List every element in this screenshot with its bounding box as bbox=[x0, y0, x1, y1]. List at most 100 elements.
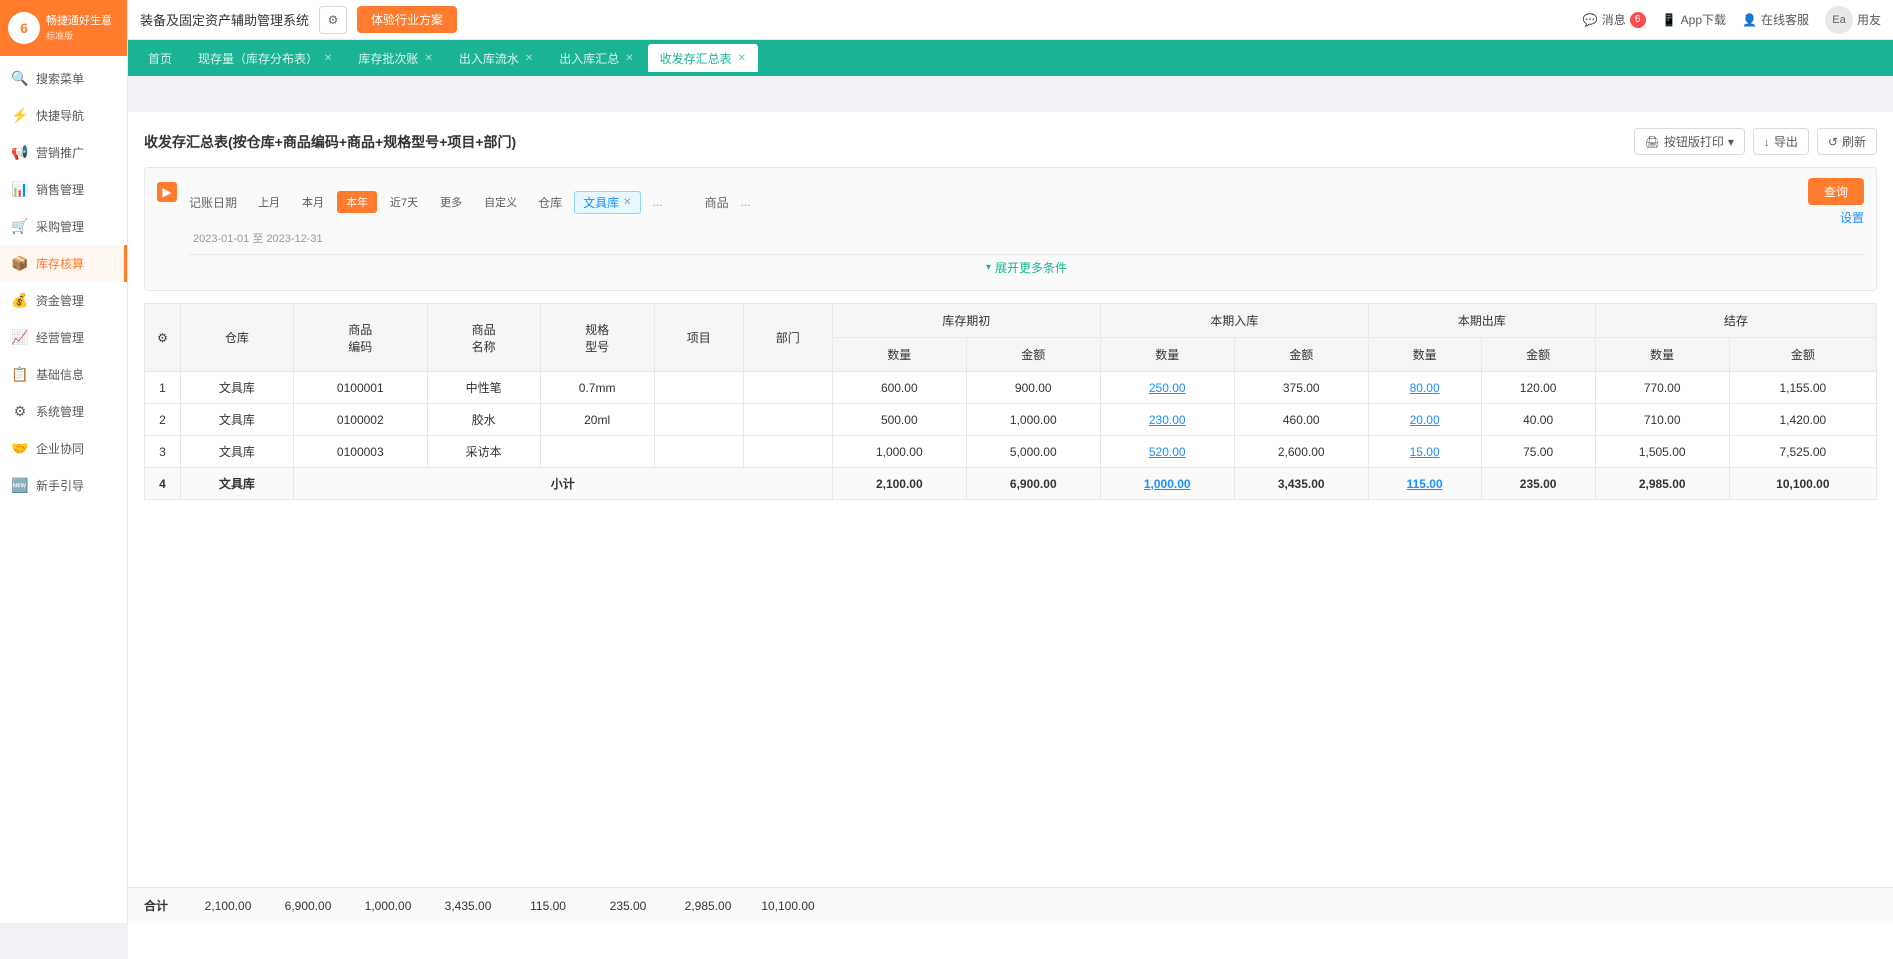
sidebar-item-purchase[interactable]: 🛒采购管理 bbox=[0, 208, 127, 245]
th-bal-qty: 数量 bbox=[1595, 338, 1729, 372]
date-btn-last-month[interactable]: 上月 bbox=[249, 191, 289, 213]
export-button[interactable]: ↓ 导出 bbox=[1753, 128, 1809, 155]
trial-button[interactable]: 体验行业方案 bbox=[357, 6, 457, 33]
sidebar: 6 畅捷通好生意 标准版 🔍搜索菜单⚡快捷导航📢营销推广📊销售管理🛒采购管理📦库… bbox=[0, 0, 128, 923]
sidebar-label-inventory: 库存核算 bbox=[36, 255, 84, 272]
tab-inout-flow[interactable]: 出入库流水 ✕ bbox=[447, 44, 545, 72]
th-spec: 规格型号 bbox=[540, 304, 654, 372]
th-name: 商品名称 bbox=[427, 304, 540, 372]
subtotal-in-qty[interactable]: 1,000.00 bbox=[1100, 468, 1234, 500]
goods-more[interactable]: ... bbox=[741, 195, 751, 209]
sidebar-item-system[interactable]: ⚙系统管理 bbox=[0, 393, 127, 430]
cell-no: 1 bbox=[145, 372, 181, 404]
cell-out-qty[interactable]: 80.00 bbox=[1368, 372, 1481, 404]
header: 装备及固定资产辅助管理系统 ⚙ 体验行业方案 💬 消息 6 📱 App下载 👤 … bbox=[128, 0, 1893, 40]
app-download-button[interactable]: 📱 App下载 bbox=[1662, 11, 1726, 28]
date-btn-more[interactable]: 更多 bbox=[431, 191, 471, 213]
cell-out-qty[interactable]: 20.00 bbox=[1368, 404, 1481, 436]
footer-label: 合计 bbox=[144, 897, 168, 914]
user-menu[interactable]: Ea 用友 bbox=[1825, 6, 1881, 34]
subtotal-in-amt: 3,435.00 bbox=[1234, 468, 1368, 500]
cell-out-amt: 40.00 bbox=[1481, 404, 1595, 436]
header-settings-button[interactable]: ⚙ bbox=[319, 6, 347, 34]
date-btn-this-year[interactable]: 本年 bbox=[337, 191, 377, 213]
sidebar-item-marketing[interactable]: 📢营销推广 bbox=[0, 134, 127, 171]
cell-no: 2 bbox=[145, 404, 181, 436]
print-dropdown-icon: ▾ bbox=[1728, 135, 1734, 149]
message-button[interactable]: 💬 消息 6 bbox=[1583, 11, 1646, 28]
guide-icon: 🆕 bbox=[12, 478, 28, 494]
th-in-qty: 数量 bbox=[1100, 338, 1234, 372]
settings-link[interactable]: 设置 bbox=[1840, 209, 1864, 226]
sidebar-item-quicknav[interactable]: ⚡快捷导航 bbox=[0, 97, 127, 134]
date-btn-custom[interactable]: 自定义 bbox=[475, 191, 526, 213]
date-btn-this-month[interactable]: 本月 bbox=[293, 191, 333, 213]
tab-batch[interactable]: 库存批次账 ✕ bbox=[346, 44, 444, 72]
cell-out-qty[interactable]: 15.00 bbox=[1368, 436, 1481, 468]
cell-out-amt: 120.00 bbox=[1481, 372, 1595, 404]
warehouse-tag-remove[interactable]: ✕ bbox=[623, 197, 631, 208]
cell-open-qty: 1,000.00 bbox=[832, 436, 966, 468]
tab-home[interactable]: 首页 bbox=[136, 44, 184, 72]
cell-code: 0100003 bbox=[293, 436, 427, 468]
tab-bar: 首页 现存量（库存分布表） ✕ 库存批次账 ✕ 出入库流水 ✕ 出入库汇总 ✕ … bbox=[128, 40, 1893, 76]
cell-code: 0100002 bbox=[293, 404, 427, 436]
sidebar-item-guide[interactable]: 🆕新手引导 bbox=[0, 467, 127, 504]
th-code: 商品编码 bbox=[293, 304, 427, 372]
tab-inventory-distribution[interactable]: 现存量（库存分布表） ✕ bbox=[186, 44, 344, 72]
sidebar-item-sales[interactable]: 📊销售管理 bbox=[0, 171, 127, 208]
data-table: ⚙ 仓库 商品编码 商品名称 规格型号 项目 部门 库存期初 本期入库 本期出库… bbox=[144, 303, 1877, 500]
tab-close-batch[interactable]: ✕ bbox=[424, 53, 432, 64]
print-button[interactable]: 🖨 按钮版打印 ▾ bbox=[1634, 128, 1745, 155]
th-bal-amt: 金额 bbox=[1729, 338, 1876, 372]
tab-close-stock-summary[interactable]: ✕ bbox=[738, 53, 746, 64]
cell-in-amt: 2,600.00 bbox=[1234, 436, 1368, 468]
warehouse-more[interactable]: ... bbox=[653, 195, 663, 209]
cell-bal-amt: 1,155.00 bbox=[1729, 372, 1876, 404]
operation-icon: 📈 bbox=[12, 330, 28, 346]
sidebar-item-inventory[interactable]: 📦库存核算 bbox=[0, 245, 127, 282]
tab-stock-summary[interactable]: 收发存汇总表 ✕ bbox=[648, 44, 758, 72]
expand-more-button[interactable]: ▾ 展开更多条件 bbox=[189, 254, 1864, 280]
subtotal-bal-amt: 10,100.00 bbox=[1729, 468, 1876, 500]
cell-name: 采访本 bbox=[427, 436, 540, 468]
cell-warehouse: 文具库 bbox=[181, 372, 294, 404]
cell-in-qty[interactable]: 250.00 bbox=[1100, 372, 1234, 404]
print-icon: 🖨 bbox=[1645, 135, 1660, 149]
filter-row: 记账日期 上月 本月 本年 近7天 更多 自定义 仓库 文具库 bbox=[189, 178, 1864, 226]
cell-spec: 0.7mm bbox=[540, 372, 654, 404]
refresh-button[interactable]: ↺ 刷新 bbox=[1817, 128, 1877, 155]
subtotal-no: 4 bbox=[145, 468, 181, 500]
header-right: 💬 消息 6 📱 App下载 👤 在线客服 Ea 用友 bbox=[1583, 6, 1881, 34]
sidebar-item-finance[interactable]: 💰资金管理 bbox=[0, 282, 127, 319]
th-open-amt: 金额 bbox=[966, 338, 1100, 372]
subtotal-out-qty[interactable]: 115.00 bbox=[1368, 468, 1481, 500]
cell-in-qty[interactable]: 230.00 bbox=[1100, 404, 1234, 436]
tab-close-inventory-distribution[interactable]: ✕ bbox=[324, 53, 332, 64]
online-service-button[interactable]: 👤 在线客服 bbox=[1742, 11, 1809, 28]
page-header: 收发存汇总表(按仓库+商品编码+商品+规格型号+项目+部门) 🖨 按钮版打印 ▾… bbox=[144, 128, 1877, 155]
sidebar-item-operation[interactable]: 📈经营管理 bbox=[0, 319, 127, 356]
sidebar-item-base[interactable]: 📋基础信息 bbox=[0, 356, 127, 393]
page-actions: 🖨 按钮版打印 ▾ ↓ 导出 ↺ 刷新 bbox=[1634, 128, 1877, 155]
sidebar-item-corp[interactable]: 🤝企业协同 bbox=[0, 430, 127, 467]
logo-text: 畅捷通好生意 标准版 bbox=[46, 14, 112, 42]
filter-expand-arrow[interactable]: ▶ bbox=[157, 182, 177, 202]
cell-in-qty[interactable]: 520.00 bbox=[1100, 436, 1234, 468]
cell-bal-qty: 1,505.00 bbox=[1595, 436, 1729, 468]
th-settings[interactable]: ⚙ bbox=[145, 304, 181, 372]
th-balance-group: 结存 bbox=[1595, 304, 1876, 338]
sidebar-item-search[interactable]: 🔍搜索菜单 bbox=[0, 60, 127, 97]
base-icon: 📋 bbox=[12, 367, 28, 383]
tab-close-inout-summary[interactable]: ✕ bbox=[625, 53, 633, 64]
th-open-qty: 数量 bbox=[832, 338, 966, 372]
table-row: 3 文具库 0100003 采访本 1,000.00 5,000.00 520.… bbox=[145, 436, 1877, 468]
query-button[interactable]: 查询 bbox=[1808, 178, 1864, 205]
logo-icon: 6 bbox=[8, 12, 40, 44]
cell-dept bbox=[743, 436, 832, 468]
tab-inout-summary[interactable]: 出入库汇总 ✕ bbox=[547, 44, 645, 72]
refresh-icon: ↺ bbox=[1828, 135, 1838, 149]
date-btn-7days[interactable]: 近7天 bbox=[381, 191, 427, 213]
tab-close-inout-flow[interactable]: ✕ bbox=[525, 53, 533, 64]
footer-out-amt: 235.00 bbox=[588, 899, 668, 913]
